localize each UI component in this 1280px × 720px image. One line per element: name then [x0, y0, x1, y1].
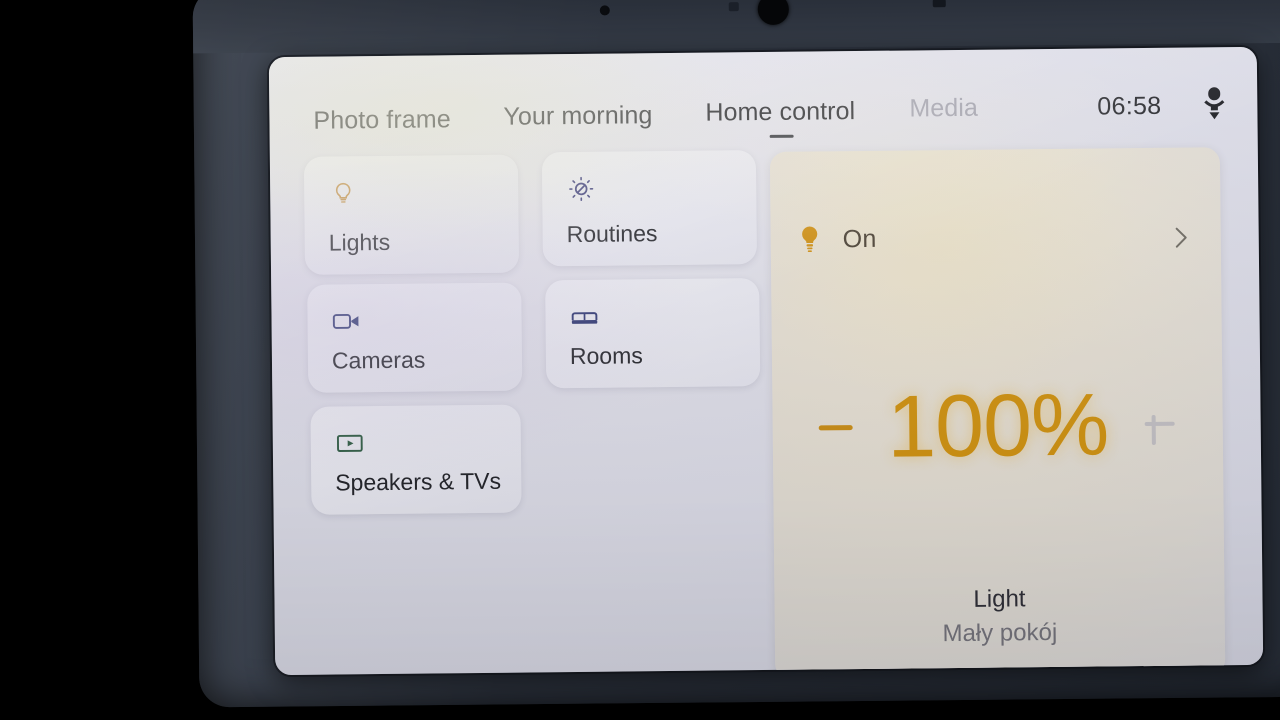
tile-rooms[interactable]: Rooms: [545, 278, 761, 389]
tile-routines[interactable]: Routines: [541, 150, 757, 267]
tile-label: Cameras: [331, 346, 426, 374]
tile-label: Rooms: [569, 342, 643, 370]
tab-home-control[interactable]: Home control: [705, 97, 855, 128]
microphone-icon[interactable]: [1199, 83, 1229, 125]
sun-slash-routine-icon: [566, 174, 596, 204]
light-state-row[interactable]: On: [797, 223, 877, 256]
bed-icon: [569, 302, 599, 332]
tile-label: Lights: [328, 228, 391, 256]
media-play-screen-icon: [335, 428, 365, 458]
light-state-label: On: [842, 224, 877, 253]
device-photo: Photo frame Your morning Home control Me…: [0, 0, 1280, 720]
tab-media[interactable]: Media: [909, 94, 978, 124]
sensor-slot-icon: [932, 0, 946, 8]
chevron-right-icon[interactable]: [1173, 226, 1191, 250]
minus-icon: [819, 424, 854, 430]
ambient-shadow: [0, 0, 110, 720]
brightness-control-row: 100%: [772, 374, 1223, 476]
camera-lens-icon: [757, 0, 789, 25]
lightbulb-filled-icon: [797, 223, 823, 255]
plus-icon-horizontal: [1144, 421, 1175, 427]
tile-label: Routines: [566, 220, 658, 248]
brightness-decrease-button[interactable]: [815, 406, 857, 448]
device-name: Light: [973, 585, 1026, 613]
ambient-light-sensor-icon: [728, 2, 739, 12]
tile-speakers-and-tvs[interactable]: Speakers & TVs: [310, 404, 522, 515]
display-screen: Photo frame Your morning Home control Me…: [268, 46, 1264, 676]
tile-label: Speakers & TVs: [335, 467, 502, 496]
light-detail-card: On 100% Light Mały pokój: [769, 147, 1226, 676]
tile-lights[interactable]: Lights: [303, 154, 520, 275]
active-tab-indicator: [769, 134, 794, 138]
plus-icon-vertical: [1151, 414, 1156, 445]
sensor-dot-icon: [599, 5, 610, 16]
device-top-bezel: [192, 0, 1280, 54]
tab-your-morning[interactable]: Your morning: [503, 101, 652, 132]
tile-cameras[interactable]: Cameras: [307, 282, 523, 393]
device-room-name: Mały pokój: [942, 618, 1058, 648]
tab-photo-frame[interactable]: Photo frame: [313, 105, 451, 135]
clock: 06:58: [1097, 91, 1162, 121]
brightness-value: 100%: [886, 374, 1109, 476]
lightbulb-outline-icon: [328, 178, 358, 208]
top-tab-bar: Photo frame Your morning Home control Me…: [269, 83, 1258, 149]
brightness-increase-button[interactable]: [1138, 403, 1180, 445]
video-camera-icon: [331, 306, 361, 336]
home-control-tile-grid: Lights Routines Cameras Rooms Speakers &…: [303, 150, 774, 515]
